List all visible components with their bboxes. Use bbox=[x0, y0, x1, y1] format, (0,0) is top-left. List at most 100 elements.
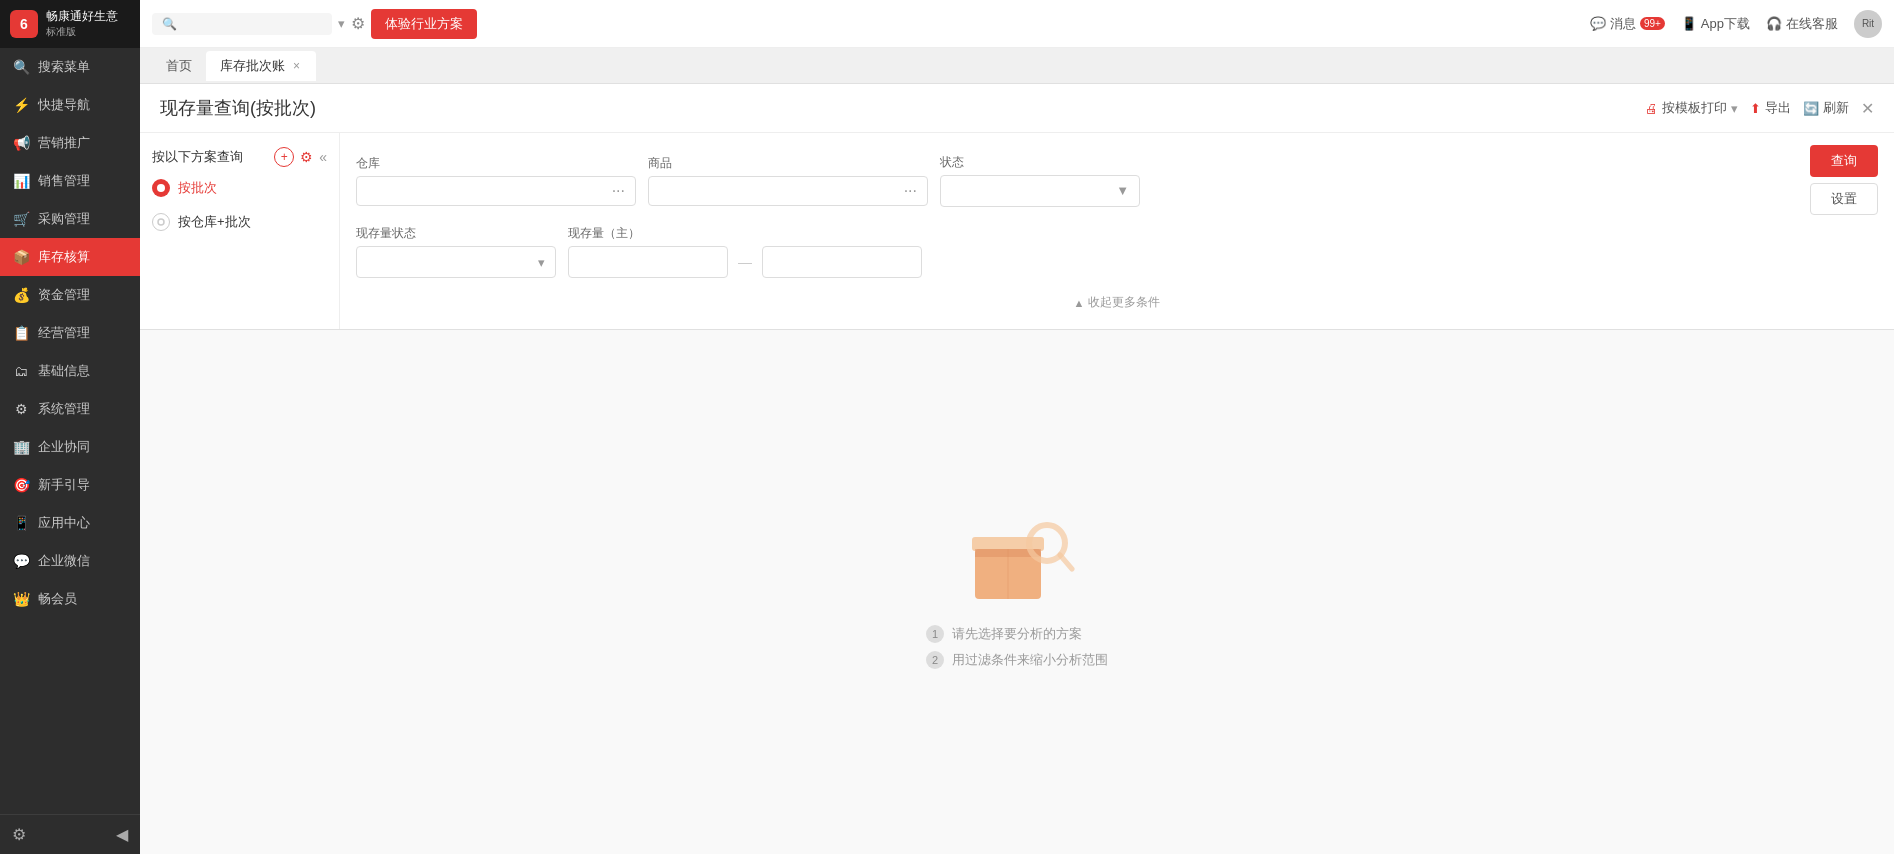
filter-status-label: 状态 bbox=[940, 154, 1140, 171]
export-btn[interactable]: ⬆ 导出 bbox=[1750, 99, 1791, 117]
settings-icon[interactable]: ⚙ bbox=[12, 825, 26, 844]
sidebar-item-finance[interactable]: 💰 资金管理 bbox=[0, 276, 140, 314]
close-panel-btn[interactable]: ✕ bbox=[1861, 99, 1874, 118]
messages-badge: 99+ bbox=[1640, 17, 1665, 30]
empty-hint-2: 2 用过滤条件来缩小分析范围 bbox=[926, 651, 1108, 669]
filter-product-field: 商品 ··· bbox=[648, 155, 928, 206]
filter-stock-status-field: 现存量状态 ▾ bbox=[356, 225, 556, 278]
filter-warehouse-label: 仓库 bbox=[356, 155, 636, 172]
app-download-item[interactable]: 📱 App下载 bbox=[1681, 15, 1750, 33]
chevron-down-icon: ▼ bbox=[1116, 183, 1129, 198]
filter-row-2: 现存量状态 ▾ 现存量（主） — bbox=[356, 225, 1878, 278]
sidebar-item-label: 应用中心 bbox=[38, 514, 90, 532]
sidebar-item-members[interactable]: 👑 畅会员 bbox=[0, 580, 140, 618]
scheme-add-btn[interactable]: + bbox=[274, 147, 294, 167]
sidebar-header: 6 畅康通好生意 标准版 bbox=[0, 0, 140, 48]
scheme-panel: 按以下方案查询 + ⚙ « 按批次 bbox=[140, 133, 340, 329]
topbar-left: 🔍 ▾ ⚙ 体验行业方案 bbox=[152, 9, 1580, 39]
collapse-more-btn[interactable]: ▲ 收起更多条件 bbox=[356, 288, 1878, 317]
filter-stock-status-select[interactable]: ▾ bbox=[356, 246, 556, 278]
sidebar-item-label: 企业协同 bbox=[38, 438, 90, 456]
clipboard-icon: 📋 bbox=[12, 324, 30, 342]
avatar: Rit bbox=[1854, 10, 1882, 38]
product-dots-btn[interactable]: ··· bbox=[904, 182, 917, 200]
export-icon: ⬆ bbox=[1750, 101, 1761, 116]
sidebar-item-system[interactable]: ⚙ 系统管理 bbox=[0, 390, 140, 428]
query-btn[interactable]: 查询 bbox=[1810, 145, 1878, 177]
cart-icon: 🛒 bbox=[12, 210, 30, 228]
sidebar-item-operations[interactable]: 📋 经营管理 bbox=[0, 314, 140, 352]
print-dropdown-icon[interactable]: ▾ bbox=[1731, 101, 1738, 116]
chevron-up-icon: ▲ bbox=[1074, 297, 1085, 309]
sidebar-item-guide[interactable]: 🎯 新手引导 bbox=[0, 466, 140, 504]
tab-home[interactable]: 首页 bbox=[152, 51, 206, 81]
svg-line-6 bbox=[1060, 555, 1072, 569]
building-icon: 🏢 bbox=[12, 438, 30, 456]
scheme-header: 按以下方案查询 + ⚙ « bbox=[140, 143, 339, 171]
sidebar-brand: 畅康通好生意 标准版 bbox=[46, 9, 118, 39]
scheme-item-by-batch[interactable]: 按批次 bbox=[140, 171, 339, 205]
page-header: 现存量查询(按批次) 🖨 按模板打印 ▾ ⬆ 导出 🔄 刷新 ✕ bbox=[140, 84, 1894, 133]
topbar-search-box[interactable]: 🔍 bbox=[152, 13, 332, 35]
settings-btn[interactable]: 设置 bbox=[1810, 183, 1878, 215]
user-item[interactable]: Rit bbox=[1854, 10, 1882, 38]
sidebar-nav: 🔍 搜索菜单 ⚡ 快捷导航 📢 营销推广 📊 销售管理 🛒 采购管理 📦 库存核… bbox=[0, 48, 140, 814]
refresh-btn[interactable]: 🔄 刷新 bbox=[1803, 99, 1849, 117]
filter-stock-qty-field: 现存量（主） — bbox=[568, 225, 922, 278]
sidebar-footer: ⚙ ◀ bbox=[0, 814, 140, 854]
sidebar-item-purchase[interactable]: 🛒 采购管理 bbox=[0, 200, 140, 238]
topbar-right: 💬 消息 99+ 📱 App下载 🎧 在线客服 Rit bbox=[1590, 10, 1882, 38]
sidebar-item-label: 企业微信 bbox=[38, 552, 90, 570]
online-service-label: 在线客服 bbox=[1786, 15, 1838, 33]
warehouse-dots-btn[interactable]: ··· bbox=[612, 182, 625, 200]
filter-product-input[interactable]: ··· bbox=[648, 176, 928, 206]
sidebar-item-wechat[interactable]: 💬 企业微信 bbox=[0, 542, 140, 580]
box-icon: 📦 bbox=[12, 248, 30, 266]
headset-icon: 🎧 bbox=[1766, 16, 1782, 31]
sidebar-item-label: 系统管理 bbox=[38, 400, 90, 418]
hint-num-2: 2 bbox=[926, 651, 944, 669]
sidebar-item-label: 搜索菜单 bbox=[38, 58, 90, 76]
filter-stock-qty-max[interactable] bbox=[762, 246, 922, 278]
hint-num-1: 1 bbox=[926, 625, 944, 643]
tab-inventory-batch[interactable]: 库存批次账 × bbox=[206, 51, 316, 81]
search-icon: 🔍 bbox=[162, 17, 177, 31]
folder-icon: 🗂 bbox=[12, 362, 30, 380]
scheme-collapse-icon[interactable]: « bbox=[319, 149, 327, 165]
collapse-icon[interactable]: ◀ bbox=[116, 825, 128, 844]
online-service-item[interactable]: 🎧 在线客服 bbox=[1766, 15, 1838, 33]
scheme-item-by-warehouse-batch[interactable]: 按仓库+批次 bbox=[140, 205, 339, 239]
sidebar-item-basic[interactable]: 🗂 基础信息 bbox=[0, 352, 140, 390]
mobile-icon: 📱 bbox=[12, 514, 30, 532]
sidebar-item-sales[interactable]: 📊 销售管理 bbox=[0, 162, 140, 200]
topbar-gear-icon[interactable]: ⚙ bbox=[351, 14, 365, 33]
filter-stock-qty-min[interactable] bbox=[568, 246, 728, 278]
sidebar-item-marketing[interactable]: 📢 营销推广 bbox=[0, 124, 140, 162]
sidebar-item-enterprise[interactable]: 🏢 企业协同 bbox=[0, 428, 140, 466]
scheme-dot-active bbox=[152, 179, 170, 197]
sidebar-item-inventory[interactable]: 📦 库存核算 bbox=[0, 238, 140, 276]
scheme-settings-icon[interactable]: ⚙ bbox=[300, 149, 313, 165]
scheme-title: 按以下方案查询 bbox=[152, 148, 243, 166]
print-template-btn[interactable]: 🖨 按模板打印 ▾ bbox=[1645, 99, 1738, 117]
topbar-dropdown-icon[interactable]: ▾ bbox=[338, 16, 345, 31]
experience-btn[interactable]: 体验行业方案 bbox=[371, 9, 477, 39]
target-icon: 🎯 bbox=[12, 476, 30, 494]
messages-item[interactable]: 💬 消息 99+ bbox=[1590, 15, 1665, 33]
scheme-item-label: 按批次 bbox=[178, 179, 217, 197]
filter-warehouse-input[interactable]: ··· bbox=[356, 176, 636, 206]
printer-icon: 🖨 bbox=[1645, 101, 1658, 116]
page-content: 现存量查询(按批次) 🖨 按模板打印 ▾ ⬆ 导出 🔄 刷新 ✕ bbox=[140, 84, 1894, 854]
sidebar-item-label: 资金管理 bbox=[38, 286, 90, 304]
app-download-label: App下载 bbox=[1701, 15, 1750, 33]
sidebar-item-quick-nav[interactable]: ⚡ 快捷导航 bbox=[0, 86, 140, 124]
scheme-item-label: 按仓库+批次 bbox=[178, 213, 251, 231]
phone-icon: 📱 bbox=[1681, 16, 1697, 31]
tab-close-btn[interactable]: × bbox=[291, 59, 302, 73]
empty-hint-1: 1 请先选择要分析的方案 bbox=[926, 625, 1108, 643]
empty-state: 1 请先选择要分析的方案 2 用过滤条件来缩小分析范围 bbox=[140, 330, 1894, 854]
filter-status-select[interactable]: ▼ bbox=[940, 175, 1140, 207]
sidebar-item-search[interactable]: 🔍 搜索菜单 bbox=[0, 48, 140, 86]
filter-product-label: 商品 bbox=[648, 155, 928, 172]
sidebar-item-apps[interactable]: 📱 应用中心 bbox=[0, 504, 140, 542]
